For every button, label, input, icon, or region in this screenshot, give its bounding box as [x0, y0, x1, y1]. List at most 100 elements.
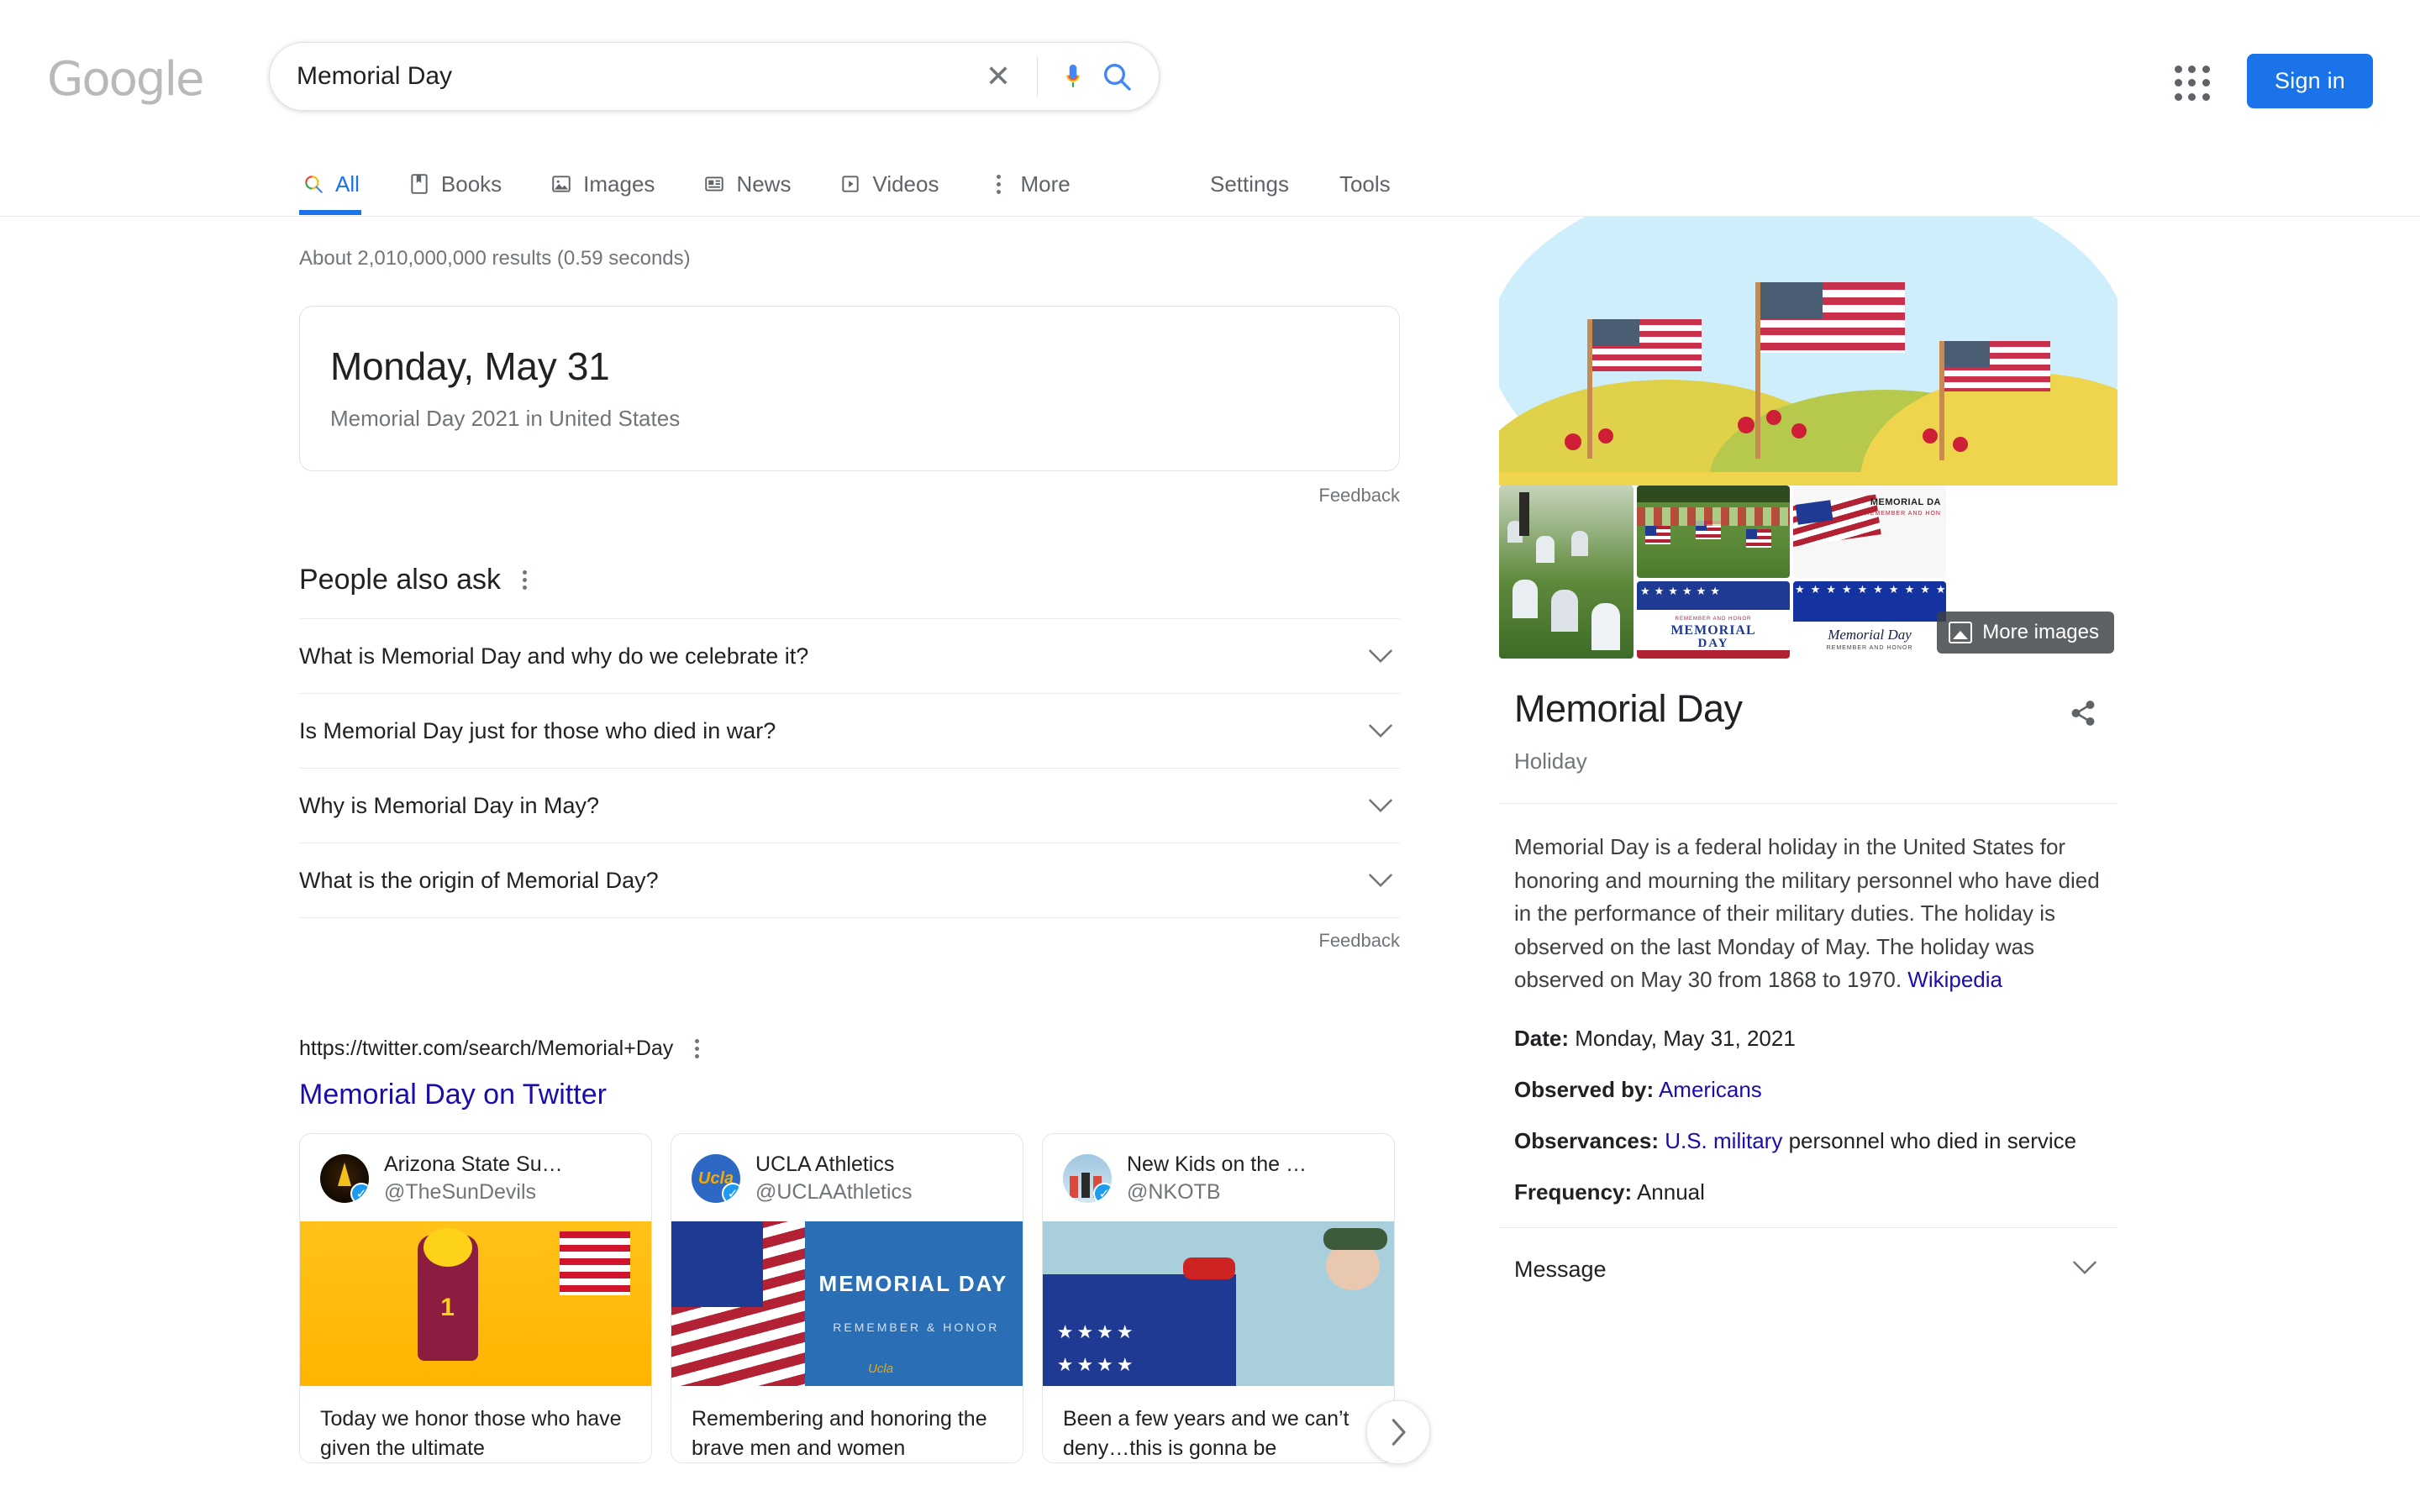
description-text: Memorial Day is a federal holiday in the… [1514, 834, 2100, 993]
tab-label: News [736, 171, 792, 197]
share-icon[interactable] [2069, 699, 2097, 732]
result-title-link[interactable]: Memorial Day on Twitter [299, 1079, 1400, 1111]
chevron-down-icon[interactable] [1368, 643, 1393, 669]
wikipedia-link[interactable]: Wikipedia [1907, 967, 2002, 992]
carousel-next-button[interactable] [1366, 1400, 1430, 1464]
fact-label: Observances: [1514, 1127, 1659, 1153]
tweet-author-handle: @NKOTB [1127, 1180, 1221, 1204]
result-stats: About 2,010,000,000 results (0.59 second… [299, 247, 691, 270]
tab-news[interactable]: News [700, 153, 792, 215]
kebab-icon[interactable] [519, 565, 530, 595]
knowledge-panel-image-gallery[interactable]: MEMORIAL DA REMEMBER AND HON ★★★★★★ REME… [1499, 486, 2118, 659]
more-images-button[interactable]: More images [1937, 612, 2114, 654]
tab-label: Images [583, 171, 655, 197]
search-divider [1037, 56, 1038, 97]
tab-label: All [335, 171, 360, 197]
video-icon [838, 171, 863, 197]
gallery-image-flags-field[interactable] [1637, 486, 1790, 578]
tab-all[interactable]: All [299, 153, 361, 215]
tweet-author-handle: @UCLAAthletics [755, 1180, 913, 1204]
verified-badge-icon: ✓ [1093, 1183, 1112, 1203]
search-icon [301, 171, 326, 197]
tab-videos[interactable]: Videos [836, 153, 940, 215]
search-bar[interactable]: ✕ [269, 42, 1160, 111]
kebab-icon[interactable] [692, 1034, 702, 1063]
tweet-card[interactable]: ✓ New Kids on the … @NKOTB ★★★★ ★★★★ Bee… [1042, 1133, 1395, 1463]
tweet-image: ★★★★ ★★★★ [1043, 1221, 1394, 1386]
gallery-image-memorial-day-banner[interactable]: ★★★★★★ REMEMBER AND HONOR MEMORIAL DAY [1637, 581, 1790, 659]
tweet-image: MEMORIAL DAY REMEMBER & HONOR Ucla [671, 1221, 1023, 1386]
tweet-author-handle: @TheSunDevils [384, 1180, 537, 1204]
news-icon [702, 171, 727, 197]
more-images-label: More images [1982, 621, 2099, 643]
fact-value: Annual [1632, 1179, 1705, 1205]
people-also-ask-title: People also ask [299, 564, 502, 596]
search-results-column: About 2,010,000,000 results (0.59 second… [299, 217, 1430, 1464]
tab-label: More [1020, 171, 1071, 197]
fact-link[interactable]: Americans [1659, 1077, 1762, 1102]
sign-in-button[interactable]: Sign in [2247, 54, 2373, 108]
tab-images[interactable]: Images [547, 153, 656, 215]
chevron-down-icon[interactable] [1368, 868, 1393, 893]
google-logo[interactable]: Google [47, 52, 204, 107]
paa-question-label: Is Memorial Day just for those who died … [299, 717, 776, 743]
holiday-hero-illustration [1499, 217, 2118, 486]
knowledge-panel-message-row[interactable]: Message [1499, 1226, 2118, 1283]
knowledge-panel-description: Memorial Day is a federal holiday in the… [1499, 804, 2118, 997]
tab-more[interactable]: More [984, 153, 1071, 215]
message-label: Message [1514, 1256, 1607, 1282]
knowledge-panel-subtitle: Holiday [1514, 748, 1587, 774]
search-submit-icon[interactable] [1093, 53, 1140, 100]
fact-date: Date: Monday, May 31, 2021 [1514, 1022, 2102, 1055]
settings-button[interactable]: Settings [1210, 171, 1289, 197]
fact-observed-by: Observed by: Americans [1514, 1074, 2102, 1106]
image-icon [1949, 622, 1973, 643]
fact-value: Monday, May 31, 2021 [1569, 1025, 1796, 1051]
page-header: Google ✕ Sign in [0, 0, 2420, 161]
clear-search-icon[interactable]: ✕ [975, 53, 1022, 100]
paa-question-row[interactable]: What is Memorial Day and why do we celeb… [299, 618, 1400, 693]
tweet-card[interactable]: ✓ Arizona State Su… @TheSunDevils 1 Toda… [299, 1133, 652, 1463]
book-icon [407, 171, 432, 197]
paa-question-row[interactable]: What is the origin of Memorial Day? [299, 843, 1400, 917]
knowledge-panel: MEMORIAL DA REMEMBER AND HON ★★★★★★ REME… [1499, 217, 2118, 1283]
paa-question-row[interactable]: Why is Memorial Day in May? [299, 768, 1400, 843]
tab-books[interactable]: Books [405, 153, 503, 215]
tweet-image: 1 [300, 1221, 651, 1386]
fact-link[interactable]: U.S. military [1665, 1128, 1782, 1153]
gallery-image-cemetery[interactable] [1499, 486, 1634, 659]
apps-grid-icon[interactable] [2175, 66, 2212, 102]
answer-date: Monday, May 31 [330, 344, 610, 388]
tweet-text: Today we honor those who have given the … [320, 1407, 622, 1460]
tools-button[interactable]: Tools [1339, 171, 1391, 197]
answer-feedback-link[interactable]: Feedback [299, 485, 1400, 507]
paa-question-label: What is the origin of Memorial Day? [299, 867, 659, 893]
avatar: Ucla ✓ [692, 1154, 740, 1203]
tweet-author-name: New Kids on the … [1127, 1152, 1307, 1176]
verified-badge-icon: ✓ [350, 1183, 369, 1203]
chevron-down-icon[interactable] [1368, 718, 1393, 743]
fact-label: Date: [1514, 1025, 1570, 1051]
twitter-result-block: https://twitter.com/search/Memorial+Day … [299, 1034, 1430, 1464]
paa-question-row[interactable]: Is Memorial Day just for those who died … [299, 693, 1400, 768]
avatar: ✓ [320, 1154, 369, 1203]
search-nav-tabs: All Books Images News Videos More Settin… [0, 153, 2420, 217]
kebab-icon [986, 171, 1011, 197]
tweet-text: Remembering and honoring the brave men a… [692, 1407, 987, 1460]
fact-tail: personnel who died in service [1782, 1127, 2077, 1153]
answer-subtitle: Memorial Day 2021 in United States [330, 406, 681, 431]
tab-label: Books [440, 171, 502, 197]
gallery-image-flag-ribbon[interactable]: MEMORIAL DA REMEMBER AND HON [1793, 486, 1946, 578]
verified-badge-icon: ✓ [722, 1183, 740, 1203]
search-input[interactable] [270, 62, 975, 91]
microphone-icon[interactable] [1053, 56, 1093, 97]
tweet-text: Been a few years and we can’t deny…this … [1063, 1407, 1349, 1460]
chevron-down-icon[interactable] [2072, 1260, 2097, 1279]
image-icon [549, 171, 574, 197]
gallery-image-memorial-day-stars[interactable]: ★★★★★★★★★★★★★★★★★★ Memorial Day REMEMBER… [1793, 581, 1946, 659]
tweet-card[interactable]: Ucla ✓ UCLA Athletics @UCLAAthletics MEM… [671, 1133, 1023, 1463]
chevron-down-icon[interactable] [1368, 793, 1393, 818]
paa-question-label: What is Memorial Day and why do we celeb… [299, 643, 809, 669]
tweet-author-name: Arizona State Su… [384, 1152, 563, 1176]
paa-feedback-link[interactable]: Feedback [1318, 918, 1400, 952]
